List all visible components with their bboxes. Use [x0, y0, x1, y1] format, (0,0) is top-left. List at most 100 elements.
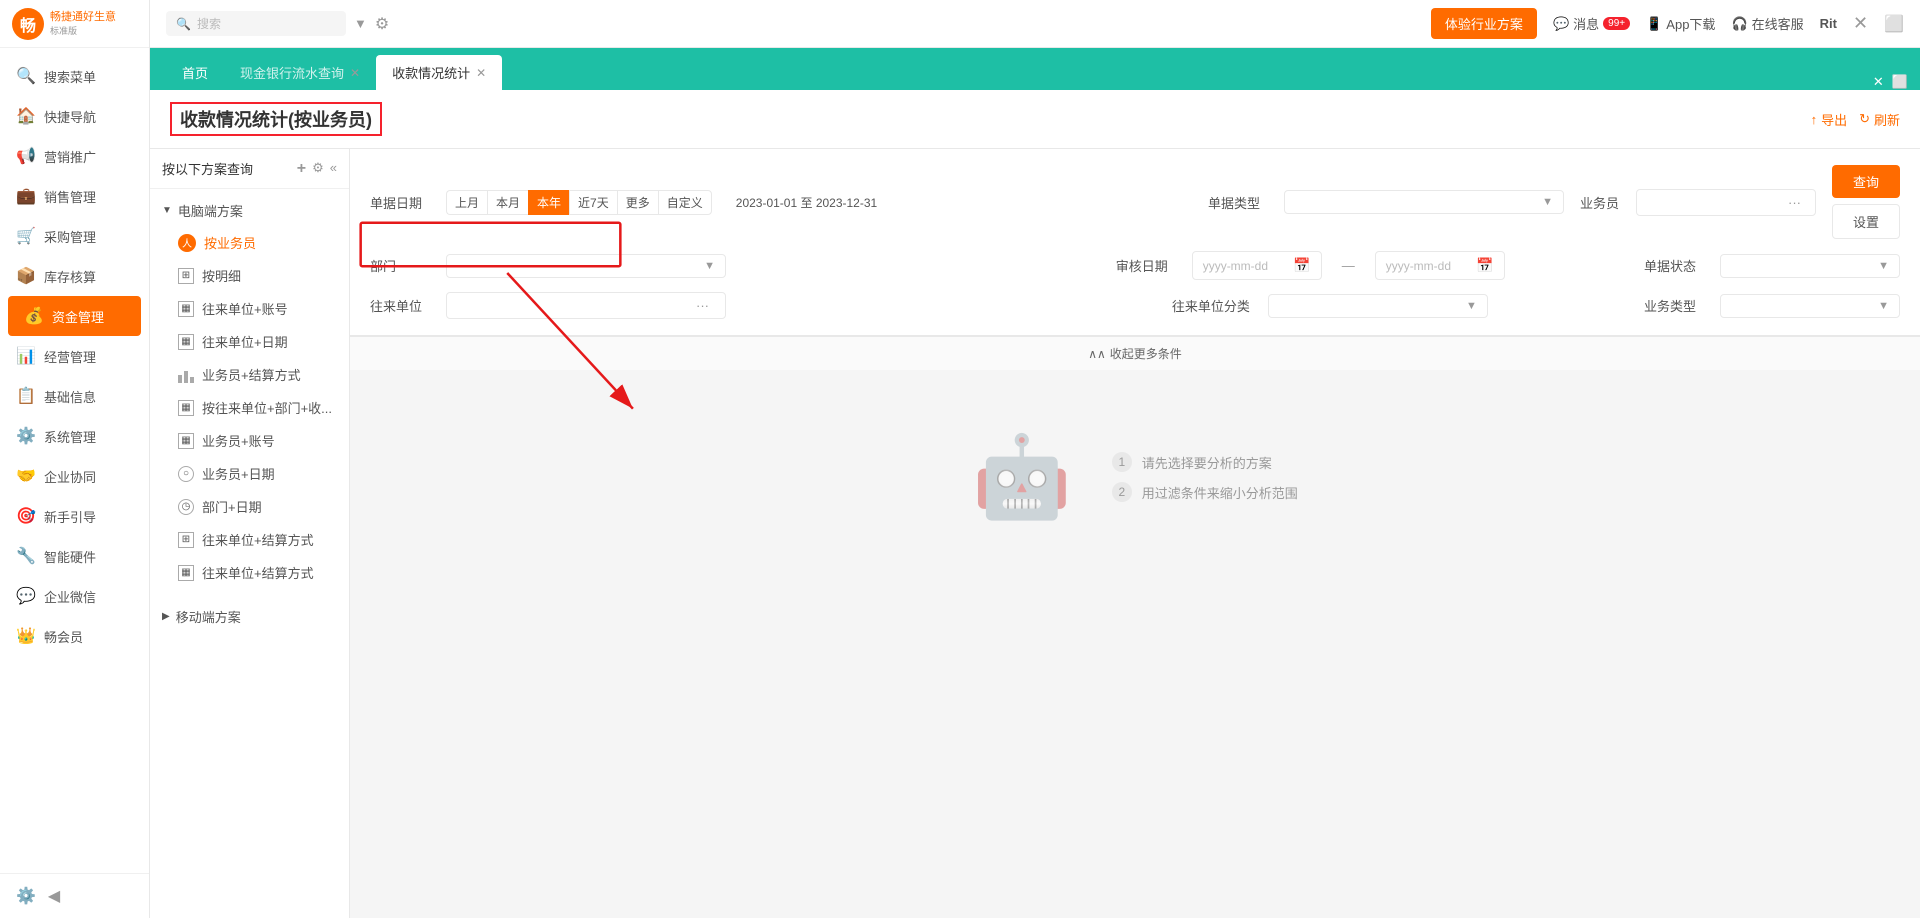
- app-download-label: App下载: [1666, 14, 1715, 33]
- sidebar-item-marketing[interactable]: 📢 营销推广: [0, 136, 149, 176]
- online-service-item[interactable]: 🎧 在线客服: [1731, 14, 1803, 33]
- voucher-status-select[interactable]: ▼: [1720, 254, 1900, 278]
- clock-icon: ◷: [178, 499, 194, 515]
- scheme-item-staff-date[interactable]: ○ 业务员+日期: [150, 457, 349, 490]
- date-dash: —: [1342, 258, 1355, 273]
- date-tab-last-month[interactable]: 上月: [446, 190, 487, 215]
- dept-select[interactable]: ▼: [446, 254, 726, 278]
- scheme-item-staff-account[interactable]: ▦ 业务员+账号: [150, 424, 349, 457]
- fund-icon: 💰: [24, 306, 44, 326]
- system-icon: ⚙️: [16, 426, 36, 446]
- partner-settle2-icon: ▦: [178, 565, 194, 581]
- partner-select[interactable]: ···: [446, 292, 726, 319]
- tab-maximize-icon[interactable]: ⬜: [1892, 74, 1908, 90]
- tab-receipt-label: 收款情况统计: [392, 63, 470, 82]
- audit-date-start[interactable]: yyyy-mm-dd 📅: [1192, 251, 1322, 280]
- page-title: 收款情况统计(按业务员): [170, 102, 382, 136]
- sidebar-item-fund[interactable]: 💰 资金管理: [8, 296, 141, 336]
- message-item[interactable]: 💬 消息 99+: [1553, 14, 1630, 33]
- add-scheme-icon[interactable]: +: [297, 160, 306, 178]
- scheme-item-partner-settle1[interactable]: ⊞ 往来单位+结算方式: [150, 523, 349, 556]
- message-icon: 💬: [1553, 16, 1569, 32]
- header-settings-icon[interactable]: ⚙: [375, 14, 389, 34]
- header-dropdown-icon[interactable]: ▼: [354, 16, 367, 31]
- scheme-item-partner-date[interactable]: ▦ 往来单位+日期: [150, 325, 349, 358]
- refresh-button[interactable]: ↻ 刷新: [1859, 110, 1900, 129]
- collapse-bar[interactable]: ∧∧ 收起更多条件: [350, 336, 1920, 370]
- scheme-item-staff-settle[interactable]: 业务员+结算方式: [150, 358, 349, 391]
- sidebar-item-inventory[interactable]: 📦 库存核算: [0, 256, 149, 296]
- date-tab-more[interactable]: 更多: [617, 190, 658, 215]
- sidebar-item-system[interactable]: ⚙️ 系统管理: [0, 416, 149, 456]
- date-tab-this-year[interactable]: 本年: [528, 190, 569, 215]
- sidebar-item-quick-nav[interactable]: 🏠 快捷导航: [0, 96, 149, 136]
- tab-close-all-icon[interactable]: ✕: [1873, 74, 1884, 90]
- sidebar-collapse-icon[interactable]: ◀: [48, 886, 60, 906]
- date-tab-this-month[interactable]: 本月: [487, 190, 528, 215]
- sidebar-label-base: 基础信息: [44, 387, 96, 406]
- scheme-group-desktop: ▼ 电脑端方案 人 按业务员 ⊞ 按明细 ▦ 往来单位+账号: [150, 189, 349, 595]
- scheme-group-desktop-title[interactable]: ▼ 电脑端方案: [150, 195, 349, 226]
- sidebar-item-guide[interactable]: 🎯 新手引导: [0, 496, 149, 536]
- scheme-settings-icon[interactable]: ⚙: [312, 160, 324, 178]
- calendar-icon-2[interactable]: 📅: [1476, 257, 1493, 274]
- sidebar-item-hw[interactable]: 🔧 智能硬件: [0, 536, 149, 576]
- scheme-item-partner-settle2[interactable]: ▦ 往来单位+结算方式: [150, 556, 349, 589]
- sidebar-label-wechat: 企业微信: [44, 587, 96, 606]
- partner-select-dots[interactable]: ···: [696, 298, 709, 313]
- scheme-item-partner-dept[interactable]: ▦ 按往来单位+部门+收...: [150, 391, 349, 424]
- partner-cat-dropdown-arrow: ▼: [1466, 300, 1477, 312]
- voucher-type-select[interactable]: ▼: [1284, 190, 1564, 214]
- sidebar-item-base[interactable]: 📋 基础信息: [0, 376, 149, 416]
- user-avatar[interactable]: Rit: [1820, 16, 1837, 31]
- close-window-icon[interactable]: ✕: [1853, 13, 1868, 34]
- sidebar-item-search[interactable]: 🔍 搜索菜单: [0, 56, 149, 96]
- tab-bank-close[interactable]: ✕: [350, 66, 360, 80]
- export-button[interactable]: ↑ 导出: [1811, 110, 1848, 129]
- biz-type-select[interactable]: ▼: [1720, 294, 1900, 318]
- partner-category-label: 往来单位分类: [1172, 296, 1252, 315]
- header-search-box[interactable]: 🔍 搜索: [166, 11, 346, 36]
- biz-type-dropdown-arrow: ▼: [1878, 300, 1889, 312]
- audit-date-start-placeholder: yyyy-mm-dd: [1203, 259, 1268, 273]
- sidebar-item-sales[interactable]: 💼 销售管理: [0, 176, 149, 216]
- audit-date-end[interactable]: yyyy-mm-dd 📅: [1375, 251, 1505, 280]
- trial-button[interactable]: 体验行业方案: [1431, 8, 1537, 39]
- vip-icon: 👑: [16, 626, 36, 646]
- scheme-item-by-staff[interactable]: 人 按业务员: [150, 226, 349, 259]
- scheme-item-dept-date[interactable]: ◷ 部门+日期: [150, 490, 349, 523]
- scheme-group-mobile-title[interactable]: ▶ 移动端方案: [150, 601, 349, 632]
- marketing-icon: 📢: [16, 146, 36, 166]
- filter-row-dept: 部门 ▼ 审核日期 yyyy-mm-dd 📅 — y: [370, 251, 1900, 280]
- corp-icon: 🤝: [16, 466, 36, 486]
- staff-select[interactable]: ···: [1636, 189, 1816, 216]
- sidebar-item-purchase[interactable]: 🛒 采购管理: [0, 216, 149, 256]
- sidebar-item-wechat[interactable]: 💬 企业微信: [0, 576, 149, 616]
- filter-row-date: 单据日期 上月 本月 本年 近7天 更多 自定义 2023-01-01 至 20…: [370, 165, 1900, 239]
- app-download-item[interactable]: 📱 App下载: [1646, 14, 1715, 33]
- collapse-panel-icon[interactable]: «: [330, 160, 337, 178]
- staff-scheme-icon: 人: [178, 234, 196, 252]
- partner-category-select[interactable]: ▼: [1268, 294, 1488, 318]
- scheme-item-partner-account[interactable]: ▦ 往来单位+账号: [150, 292, 349, 325]
- tab-bank[interactable]: 现金银行流水查询 ✕: [224, 55, 376, 90]
- tab-home[interactable]: 首页: [166, 55, 224, 90]
- main: 🔍 搜索 ▼ ⚙ 体验行业方案 💬 消息 99+ 📱 App下载 🎧 在线客服: [150, 0, 1920, 918]
- content-wrapper: 收款情况统计(按业务员) ↑ 导出 ↻ 刷新 按以下方案查询 +: [150, 90, 1920, 918]
- query-button[interactable]: 查询: [1832, 165, 1900, 198]
- staff-select-more[interactable]: ···: [1788, 195, 1801, 210]
- calendar-icon-1[interactable]: 📅: [1293, 257, 1310, 274]
- staff-filter-label: 业务员: [1580, 193, 1620, 212]
- date-tab-7days[interactable]: 近7天: [569, 190, 617, 215]
- sidebar-label-fund: 资金管理: [52, 307, 104, 326]
- sidebar-item-corp[interactable]: 🤝 企业协同: [0, 456, 149, 496]
- sidebar-item-vip[interactable]: 👑 畅会员: [0, 616, 149, 656]
- tab-receipt-close[interactable]: ✕: [476, 66, 486, 80]
- sidebar-settings-icon[interactable]: ⚙️: [16, 886, 36, 906]
- scheme-item-by-detail[interactable]: ⊞ 按明细: [150, 259, 349, 292]
- tab-receipt[interactable]: 收款情况统计 ✕: [376, 55, 502, 90]
- sidebar-item-ops[interactable]: 📊 经营管理: [0, 336, 149, 376]
- maximize-icon[interactable]: ⬜: [1884, 14, 1904, 34]
- settings-button[interactable]: 设置: [1832, 204, 1900, 239]
- date-tab-custom[interactable]: 自定义: [658, 190, 712, 215]
